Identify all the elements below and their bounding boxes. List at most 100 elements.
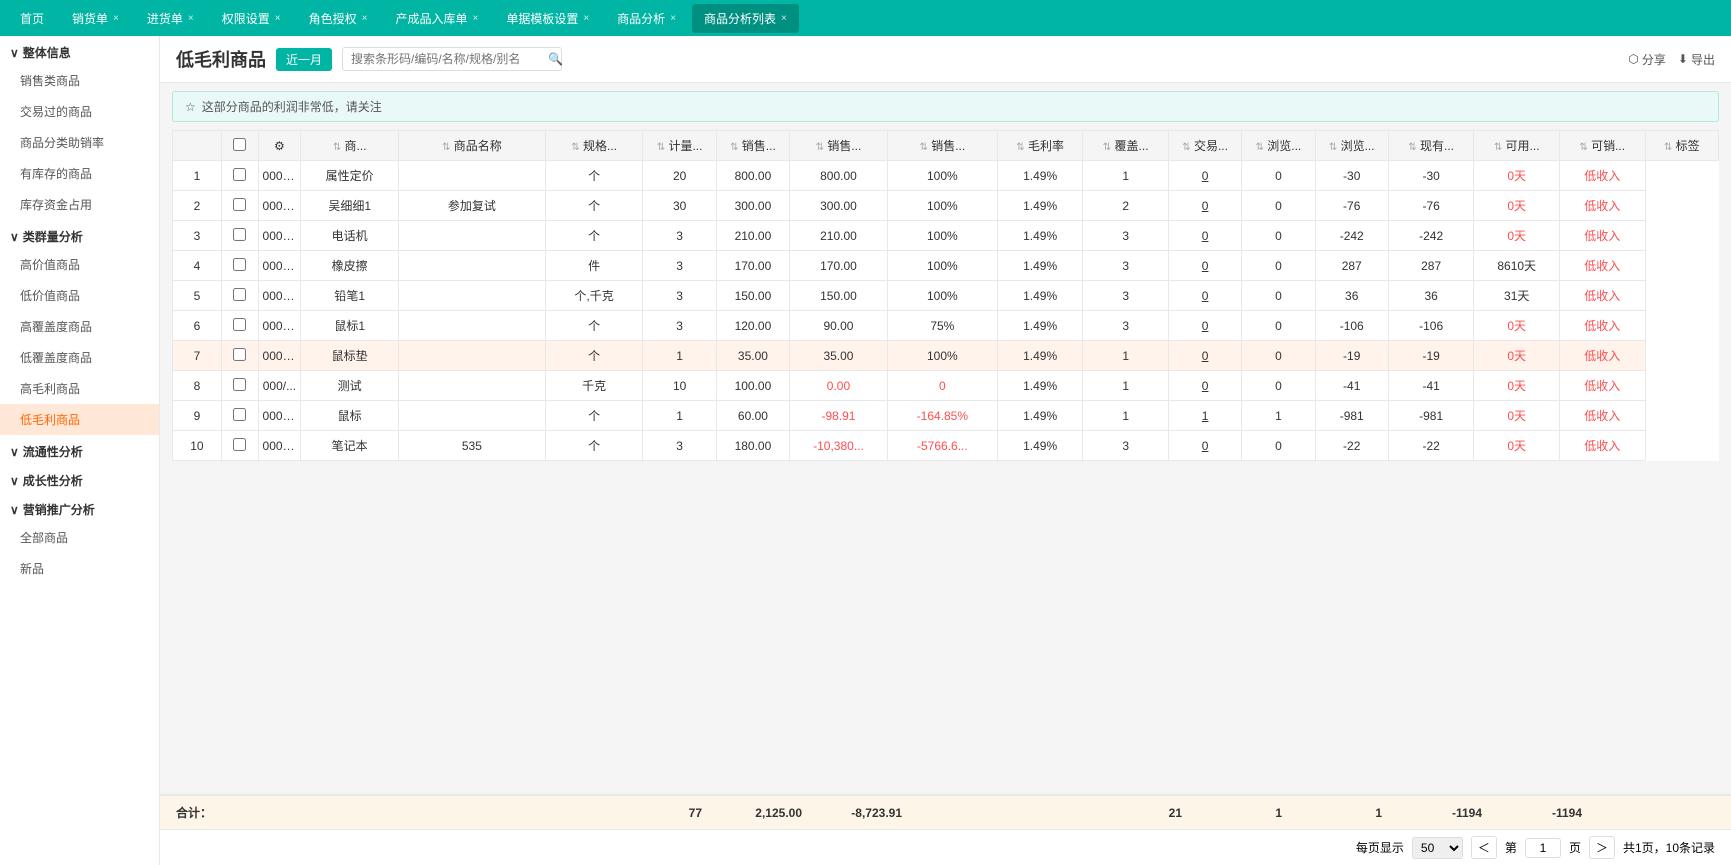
col-header-current[interactable]: ⇅ 现有...	[1388, 131, 1474, 161]
cell-checkbox[interactable]	[221, 221, 258, 251]
row-checkbox[interactable]	[233, 318, 246, 331]
nav-item-销货单[interactable]: 销货单×	[60, 4, 131, 33]
sidebar-item-低覆盖度商品[interactable]: 低覆盖度商品	[0, 342, 159, 373]
next-page-button[interactable]: ＞	[1589, 836, 1615, 859]
col-header-view2[interactable]: ⇅ 浏览...	[1315, 131, 1388, 161]
cell-sales-qty: 1	[643, 341, 716, 371]
sidebar-item-商品分类助销率[interactable]: 商品分类助销率	[0, 127, 159, 158]
sidebar-group-整体信息[interactable]: ∨整体信息	[0, 36, 159, 65]
row-checkbox[interactable]	[233, 378, 246, 391]
col-header-cover[interactable]: ⇅ 覆盖...	[1083, 131, 1169, 161]
nav-close-icon[interactable]: ×	[275, 13, 281, 24]
sidebar-item-高毛利商品[interactable]: 高毛利商品	[0, 373, 159, 404]
content-header: 低毛利商品 近一月 🔍 ⬡ 分享 ⬇ 导出	[160, 36, 1731, 83]
share-button[interactable]: ⬡ 分享	[1628, 51, 1666, 68]
col-header-name[interactable]: ⇅ 商品名称	[399, 131, 546, 161]
col-header-sales-amt[interactable]: ⇅ 销售...	[887, 131, 997, 161]
cell-sales-qty: 10	[643, 371, 716, 401]
sidebar-item-交易过的商品[interactable]: 交易过的商品	[0, 96, 159, 127]
sidebar-group-流通性分析[interactable]: ∨流通性分析	[0, 435, 159, 464]
cell-sales-amt: -98.91	[790, 401, 888, 431]
sidebar-item-库存资金占用[interactable]: 库存资金占用	[0, 189, 159, 220]
nav-item-首页[interactable]: 首页	[8, 4, 56, 33]
col-header-sales-qty[interactable]: ⇅ 销售...	[716, 131, 789, 161]
total-sales-amt: -8,723.91	[822, 806, 902, 820]
sidebar-group-成长性分析[interactable]: ∨成长性分析	[0, 464, 159, 493]
col-header-avail[interactable]: ⇅ 可用...	[1474, 131, 1560, 161]
sidebar-item-低价值商品[interactable]: 低价值商品	[0, 280, 159, 311]
cell-checkbox[interactable]	[221, 401, 258, 431]
row-checkbox[interactable]	[233, 198, 246, 211]
col-header-code[interactable]: ⇅ 商...	[301, 131, 399, 161]
prev-page-button[interactable]: ＜	[1471, 836, 1497, 859]
nav-item-权限设置[interactable]: 权限设置×	[210, 4, 293, 33]
sidebar-item-新品[interactable]: 新品	[0, 553, 159, 584]
cell-checkbox[interactable]	[221, 281, 258, 311]
cell-saleable: 0天	[1474, 311, 1560, 341]
row-checkbox[interactable]	[233, 438, 246, 451]
cell-checkbox[interactable]	[221, 251, 258, 281]
sidebar-item-高价值商品[interactable]: 高价值商品	[0, 249, 159, 280]
content-area: 低毛利商品 近一月 🔍 ⬡ 分享 ⬇ 导出 ☆ 这部	[160, 36, 1731, 865]
page-input[interactable]	[1525, 838, 1561, 858]
row-checkbox[interactable]	[233, 258, 246, 271]
page-label: 页	[1569, 839, 1581, 856]
col-header-gear[interactable]: ⚙	[258, 131, 301, 161]
sidebar-group-类群量分析[interactable]: ∨类群量分析	[0, 220, 159, 249]
table-container[interactable]: ⚙ ⇅ 商... ⇅ 商品名称 ⇅ 规格... ⇅ 计量... ⇅ 销售... …	[160, 130, 1731, 794]
nav-close-icon[interactable]: ×	[670, 13, 676, 24]
nav-item-产成品入库单[interactable]: 产成品入库单×	[383, 4, 490, 33]
col-header-unit[interactable]: ⇅ 计量...	[643, 131, 716, 161]
sidebar-item-低毛利商品[interactable]: 低毛利商品	[0, 404, 159, 435]
cell-spec: 535	[399, 431, 546, 461]
col-header-saleable[interactable]: ⇅ 可销...	[1559, 131, 1645, 161]
cell-view1[interactable]: 1	[1168, 401, 1241, 431]
col-header-sales-price[interactable]: ⇅ 销售...	[790, 131, 888, 161]
cell-checkbox[interactable]	[221, 191, 258, 221]
cell-checkbox[interactable]	[221, 431, 258, 461]
cell-trade: 1	[1083, 401, 1169, 431]
cell-checkbox[interactable]	[221, 161, 258, 191]
nav-close-icon[interactable]: ×	[113, 13, 119, 24]
cell-sales-price: 180.00	[716, 431, 789, 461]
search-input[interactable]	[342, 47, 562, 71]
cell-checkbox[interactable]	[221, 311, 258, 341]
sidebar-group-营销推广分析[interactable]: ∨营销推广分析	[0, 493, 159, 522]
nav-close-icon[interactable]: ×	[362, 13, 368, 24]
nav-item-商品分析[interactable]: 商品分析×	[605, 4, 688, 33]
col-header-tag[interactable]: ⇅ 标签	[1645, 131, 1718, 161]
top-nav: 首页销货单×进货单×权限设置×角色授权×产成品入库单×单据模板设置×商品分析×商…	[0, 0, 1731, 36]
nav-close-icon[interactable]: ×	[188, 13, 194, 24]
nav-item-进货单[interactable]: 进货单×	[135, 4, 206, 33]
sidebar-item-销售类商品[interactable]: 销售类商品	[0, 65, 159, 96]
row-checkbox[interactable]	[233, 288, 246, 301]
nav-close-icon[interactable]: ×	[583, 13, 589, 24]
cell-checkbox[interactable]	[221, 341, 258, 371]
nav-item-单据模板设置[interactable]: 单据模板设置×	[494, 4, 601, 33]
filter-button[interactable]: 近一月	[276, 48, 332, 71]
cell-view2: 0	[1242, 371, 1315, 401]
nav-item-商品分析列表[interactable]: 商品分析列表×	[692, 4, 799, 33]
sidebar-item-全部商品[interactable]: 全部商品	[0, 522, 159, 553]
row-checkbox[interactable]	[233, 168, 246, 181]
select-all-checkbox[interactable]	[233, 138, 246, 151]
export-button[interactable]: ⬇ 导出	[1678, 51, 1715, 68]
nav-item-角色授权[interactable]: 角色授权×	[297, 4, 380, 33]
nav-close-icon[interactable]: ×	[781, 13, 787, 24]
cell-current: 36	[1315, 281, 1388, 311]
col-header-view1[interactable]: ⇅ 浏览...	[1242, 131, 1315, 161]
row-checkbox[interactable]	[233, 348, 246, 361]
sidebar-item-有库存的商品[interactable]: 有库存的商品	[0, 158, 159, 189]
col-header-spec[interactable]: ⇅ 规格...	[545, 131, 643, 161]
per-page-select[interactable]: 50 100	[1412, 837, 1463, 859]
table-row: 10 0000... 笔记本 535 个 3 180.00 -10,380...…	[173, 431, 1719, 461]
cell-checkbox[interactable]	[221, 371, 258, 401]
row-checkbox[interactable]	[233, 408, 246, 421]
search-icon[interactable]: 🔍	[548, 52, 563, 66]
nav-close-icon[interactable]: ×	[472, 13, 478, 24]
sidebar-item-高覆盖度商品[interactable]: 高覆盖度商品	[0, 311, 159, 342]
cell-view2: 0	[1242, 251, 1315, 281]
row-checkbox[interactable]	[233, 228, 246, 241]
col-header-gross[interactable]: ⇅ 毛利率	[997, 131, 1083, 161]
col-header-trade[interactable]: ⇅ 交易...	[1168, 131, 1241, 161]
